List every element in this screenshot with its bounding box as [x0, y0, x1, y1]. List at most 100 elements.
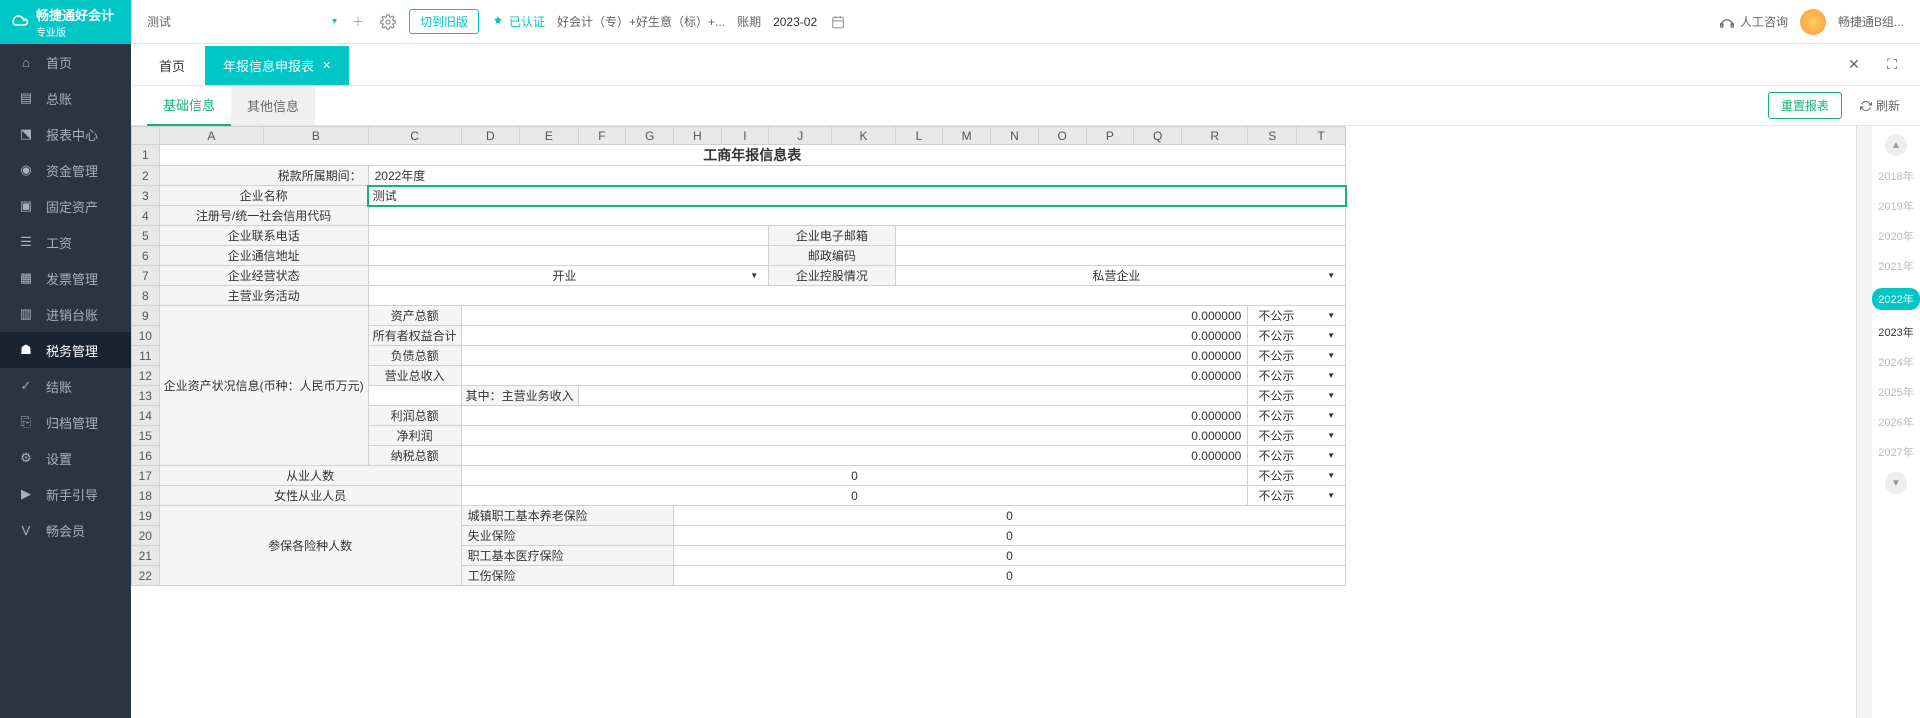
- cell[interactable]: 0.000000: [461, 446, 1248, 466]
- cell[interactable]: 女性从业人员: [159, 486, 461, 506]
- cell[interactable]: 不公示▼: [1248, 446, 1346, 466]
- cell[interactable]: 工伤保险: [461, 566, 673, 586]
- gear-icon[interactable]: [379, 13, 397, 31]
- sidebar-item-13[interactable]: V畅会员: [0, 512, 131, 548]
- cell[interactable]: [368, 246, 769, 266]
- row-header[interactable]: 4: [132, 206, 160, 226]
- cell[interactable]: [368, 226, 769, 246]
- cell[interactable]: 企业经营状态: [159, 266, 368, 286]
- cell[interactable]: 企业控股情况: [769, 266, 896, 286]
- cell[interactable]: 0.000000: [461, 366, 1248, 386]
- year-item[interactable]: 2018年: [1878, 168, 1913, 184]
- row-header[interactable]: 10: [132, 326, 160, 346]
- cell[interactable]: 0: [674, 566, 1346, 586]
- col-header[interactable]: M: [943, 127, 991, 145]
- sidebar-item-8[interactable]: ☗税务管理: [0, 332, 131, 368]
- cell[interactable]: [368, 286, 1345, 306]
- cell[interactable]: 0.000000: [461, 326, 1248, 346]
- year-down-button[interactable]: ▼: [1885, 472, 1907, 494]
- row-header[interactable]: 3: [132, 186, 160, 206]
- cell[interactable]: 0: [461, 486, 1248, 506]
- cell[interactable]: 不公示▼: [1248, 346, 1346, 366]
- cell[interactable]: [368, 206, 1345, 226]
- cell[interactable]: 利润总额: [368, 406, 461, 426]
- row-header[interactable]: 17: [132, 466, 160, 486]
- row-header[interactable]: 14: [132, 406, 160, 426]
- cell[interactable]: 企业通信地址: [159, 246, 368, 266]
- year-item[interactable]: 2020年: [1878, 228, 1913, 244]
- cell[interactable]: 0: [674, 506, 1346, 526]
- cell[interactable]: 不公示▼: [1248, 486, 1346, 506]
- col-header[interactable]: C: [368, 127, 461, 145]
- col-header[interactable]: D: [461, 127, 520, 145]
- cell[interactable]: 所有者权益合计: [368, 326, 461, 346]
- cell[interactable]: 不公示▼: [1248, 326, 1346, 346]
- sidebar-item-3[interactable]: ◉资金管理: [0, 152, 131, 188]
- refresh-button[interactable]: 刷新: [1860, 97, 1900, 114]
- row-header[interactable]: 11: [132, 346, 160, 366]
- cell[interactable]: 0: [461, 466, 1248, 486]
- row-header[interactable]: 16: [132, 446, 160, 466]
- col-header[interactable]: N: [991, 127, 1039, 145]
- row-header[interactable]: 22: [132, 566, 160, 586]
- cell[interactable]: 不公示▼: [1248, 386, 1346, 406]
- row-header[interactable]: 2: [132, 166, 160, 186]
- cell[interactable]: 企业电子邮箱: [769, 226, 896, 246]
- col-header[interactable]: J: [769, 127, 832, 145]
- cell[interactable]: 其中：主营业务收入: [461, 386, 578, 406]
- reset-button[interactable]: 重置报表: [1768, 92, 1842, 119]
- cell[interactable]: 负债总额: [368, 346, 461, 366]
- fullscreen-button[interactable]: ⛶: [1880, 52, 1904, 76]
- cell[interactable]: 企业联系电话: [159, 226, 368, 246]
- cell[interactable]: 城镇职工基本养老保险: [461, 506, 673, 526]
- cell[interactable]: 0.000000: [461, 426, 1248, 446]
- cell[interactable]: [368, 386, 461, 406]
- sidebar-item-0[interactable]: ⌂首页: [0, 44, 131, 80]
- cell[interactable]: 纳税总额: [368, 446, 461, 466]
- cell[interactable]: [895, 246, 1345, 266]
- cell[interactable]: 不公示▼: [1248, 426, 1346, 446]
- col-header[interactable]: H: [674, 127, 722, 145]
- col-header[interactable]: K: [832, 127, 895, 145]
- cell[interactable]: 注册号/统一社会信用代码: [159, 206, 368, 226]
- col-header[interactable]: R: [1182, 127, 1248, 145]
- col-header[interactable]: F: [578, 127, 626, 145]
- cell[interactable]: 邮政编码: [769, 246, 896, 266]
- cell[interactable]: 企业名称: [159, 186, 368, 206]
- col-header[interactable]: I: [721, 127, 768, 145]
- year-item[interactable]: 2027年: [1878, 444, 1913, 460]
- avatar[interactable]: [1800, 9, 1826, 35]
- cell[interactable]: 0.000000: [461, 346, 1248, 366]
- period-value[interactable]: 2023-02: [773, 15, 817, 29]
- cell[interactable]: 税款所属期间：: [159, 166, 368, 186]
- col-header[interactable]: G: [626, 127, 674, 145]
- year-item[interactable]: 2026年: [1878, 414, 1913, 430]
- cell[interactable]: 工商年报信息表: [159, 145, 1345, 166]
- consult-button[interactable]: 人工咨询: [1720, 13, 1788, 30]
- tab-annual-report[interactable]: 年报信息申报表 ✕: [205, 46, 349, 85]
- sidebar-item-4[interactable]: ▣固定资产: [0, 188, 131, 224]
- cell[interactable]: 失业保险: [461, 526, 673, 546]
- cell[interactable]: 企业资产状况信息(币种：人民币万元): [159, 306, 368, 466]
- cell[interactable]: 0: [674, 526, 1346, 546]
- row-header[interactable]: 7: [132, 266, 160, 286]
- subtab-other[interactable]: 其他信息: [231, 86, 315, 125]
- calendar-icon[interactable]: [829, 13, 847, 31]
- year-item[interactable]: 2019年: [1878, 198, 1913, 214]
- col-header[interactable]: T: [1297, 127, 1346, 145]
- brand-logo[interactable]: 畅捷通好会计 专业版: [0, 0, 131, 44]
- col-header[interactable]: S: [1248, 127, 1297, 145]
- sidebar-item-11[interactable]: ⚙设置: [0, 440, 131, 476]
- row-header[interactable]: 19: [132, 506, 160, 526]
- close-all-button[interactable]: ✕: [1842, 52, 1866, 76]
- cell[interactable]: 从业人数: [159, 466, 461, 486]
- cell[interactable]: 不公示▼: [1248, 406, 1346, 426]
- cell[interactable]: 不公示▼: [1248, 306, 1346, 326]
- year-item[interactable]: 2024年: [1878, 354, 1913, 370]
- col-header[interactable]: L: [895, 127, 943, 145]
- cell[interactable]: 不公示▼: [1248, 466, 1346, 486]
- col-header[interactable]: O: [1038, 127, 1086, 145]
- cell[interactable]: 测试: [368, 186, 1345, 206]
- year-item[interactable]: 2023年: [1878, 324, 1913, 340]
- cell[interactable]: 0.000000: [461, 306, 1248, 326]
